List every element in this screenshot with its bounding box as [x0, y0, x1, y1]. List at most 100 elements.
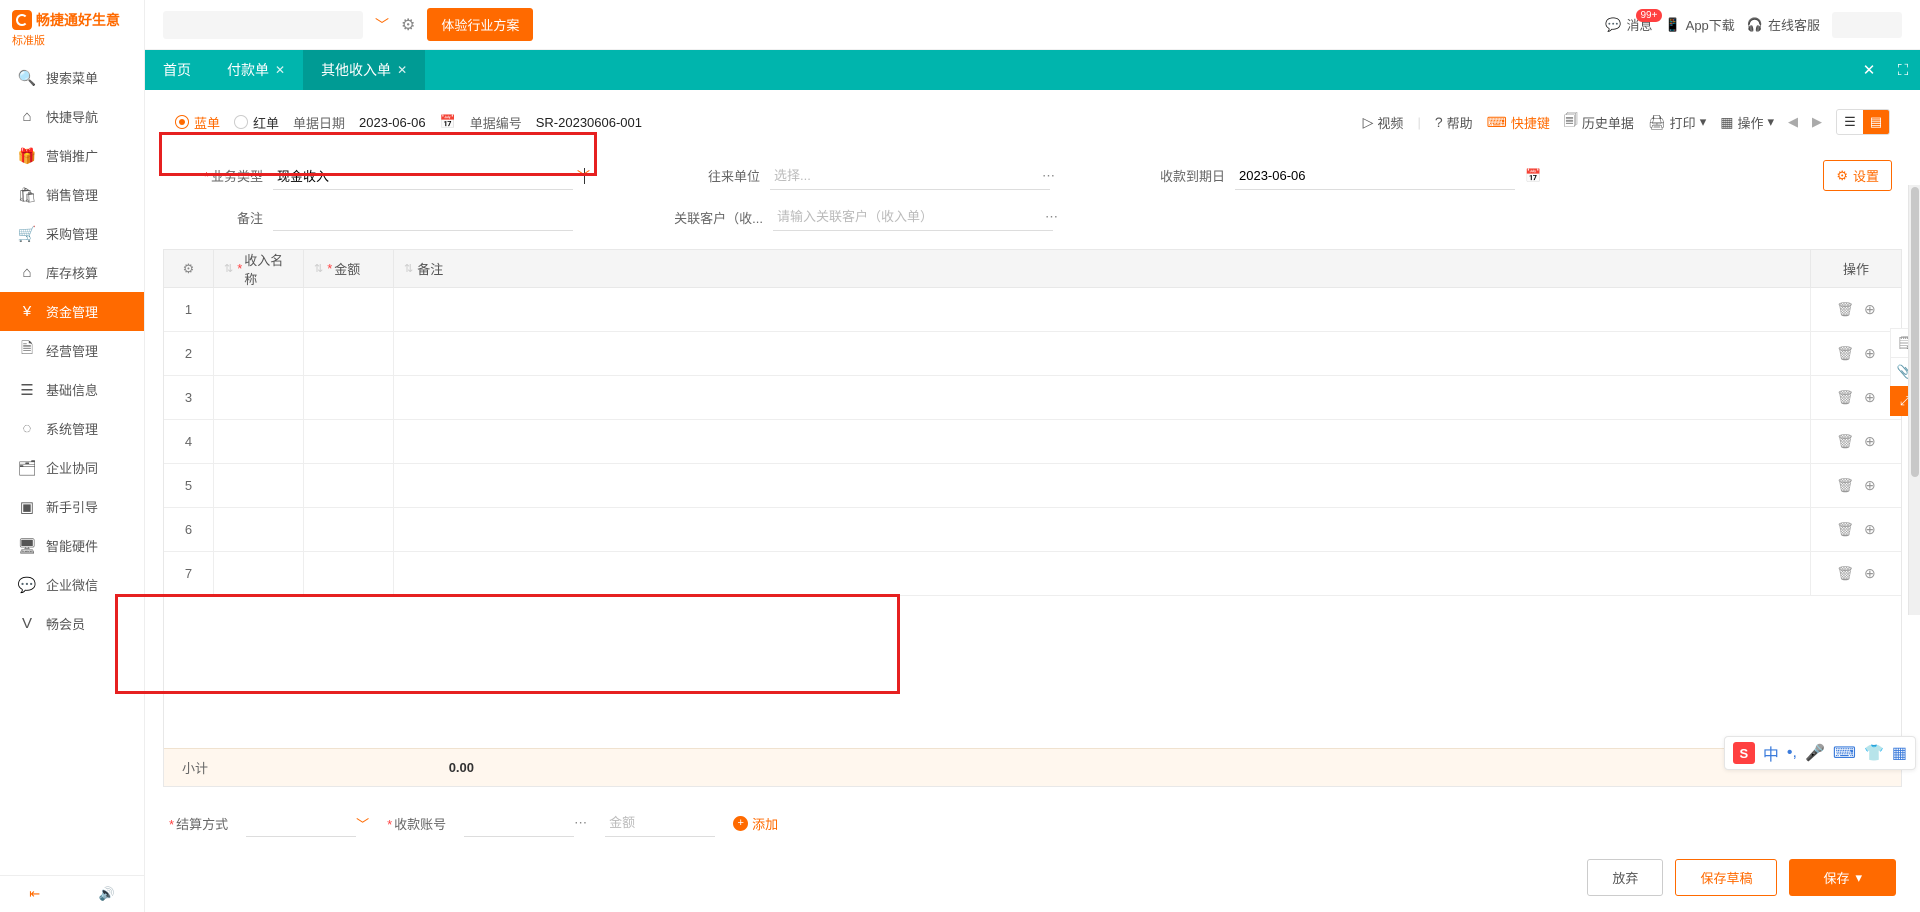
sound-icon[interactable]: 🔊 [99, 886, 115, 902]
due-date-input[interactable] [1235, 162, 1515, 190]
receive-account-input[interactable] [464, 809, 574, 837]
cell-note[interactable] [394, 464, 1811, 507]
close-icon[interactable]: ✕ [275, 63, 285, 77]
delete-row-icon[interactable]: 🗑 [1836, 477, 1854, 494]
delete-row-icon[interactable]: 🗑 [1836, 433, 1854, 450]
radio-red-voucher[interactable]: 红单 [234, 113, 279, 132]
cell-income-name[interactable] [214, 376, 304, 419]
party-input[interactable] [770, 162, 1050, 190]
chevron-down-icon[interactable]: ﹀ [356, 814, 369, 833]
calendar-icon[interactable]: 📅 [440, 114, 456, 130]
delete-row-icon[interactable]: 🗑 [1836, 301, 1854, 318]
cell-note[interactable] [394, 552, 1811, 595]
settlement-method-input[interactable] [246, 809, 356, 837]
ime-toolbox-icon[interactable]: ▦ [1892, 743, 1907, 763]
ime-skin-icon[interactable]: 👕 [1864, 743, 1884, 763]
delete-row-icon[interactable]: 🗑 [1836, 389, 1854, 406]
sidebar-item-system[interactable]: ◌系统管理 [0, 409, 144, 448]
col-income-name[interactable]: *收入名称 [214, 250, 304, 287]
shortcut-button[interactable]: ⌨快捷键 [1487, 113, 1550, 132]
ime-voice-icon[interactable]: 🎤 [1805, 743, 1825, 763]
tab-fullscreen-button[interactable]: ⛶ [1886, 50, 1920, 90]
sidebar-item-inventory[interactable]: ⌂库存核算 [0, 253, 144, 292]
cell-amount[interactable] [304, 420, 394, 463]
business-type-input[interactable] [273, 162, 573, 190]
save-button[interactable]: 保存▾ [1789, 859, 1896, 896]
delete-row-icon[interactable]: 🗑 [1836, 521, 1854, 538]
insert-row-icon[interactable]: ⊕ [1864, 565, 1876, 582]
sidebar-item-enterprise-wechat[interactable]: 💬企业微信 [0, 565, 144, 604]
gear-icon[interactable]: ⚙ [401, 15, 415, 35]
cell-note[interactable] [394, 508, 1811, 551]
remark-input[interactable] [273, 203, 573, 231]
sidebar-item-sales[interactable]: 🛍销售管理 [0, 175, 144, 214]
experience-industry-button[interactable]: 体验行业方案 [427, 8, 533, 41]
insert-row-icon[interactable]: ⊕ [1864, 301, 1876, 318]
col-note[interactable]: 备注 [394, 250, 1811, 287]
radio-blue-voucher[interactable]: 蓝单 [175, 113, 220, 132]
table-row[interactable]: 3🗑⊕ [164, 376, 1901, 420]
cell-amount[interactable] [304, 552, 394, 595]
save-draft-button[interactable]: 保存草稿 [1675, 859, 1777, 896]
cell-income-name[interactable] [214, 332, 304, 375]
related-customer-input[interactable] [773, 203, 1053, 231]
insert-row-icon[interactable]: ⊕ [1864, 389, 1876, 406]
vertical-scrollbar[interactable] [1908, 185, 1920, 615]
doc-date-value[interactable]: 2023-06-06 [359, 115, 426, 130]
insert-row-icon[interactable]: ⊕ [1864, 345, 1876, 362]
cell-amount[interactable] [304, 332, 394, 375]
delete-row-icon[interactable]: 🗑 [1836, 565, 1854, 582]
ime-keyboard-icon[interactable]: ⌨ [1833, 743, 1856, 763]
more-icon[interactable]: ⋯ [1042, 168, 1055, 184]
collapse-sidebar-icon[interactable]: ⇤ [29, 886, 40, 902]
prev-doc-button[interactable]: ◀ [1788, 114, 1798, 130]
insert-row-icon[interactable]: ⊕ [1864, 477, 1876, 494]
sidebar-item-enterprise-collab[interactable]: 🗂企业协同 [0, 448, 144, 487]
app-download-button[interactable]: 📱 App下载 [1664, 15, 1734, 34]
org-selector[interactable] [163, 11, 363, 39]
cell-note[interactable] [394, 288, 1811, 331]
settlement-amount-input[interactable] [605, 809, 715, 837]
cell-amount[interactable] [304, 288, 394, 331]
add-settlement-button[interactable]: +添加 [733, 814, 778, 833]
cell-note[interactable] [394, 376, 1811, 419]
messages-button[interactable]: 💬 消息 99+ [1605, 15, 1652, 34]
user-avatar[interactable] [1832, 12, 1902, 38]
insert-row-icon[interactable]: ⊕ [1864, 521, 1876, 538]
cell-amount[interactable] [304, 508, 394, 551]
video-help-button[interactable]: ▷视频 [1363, 113, 1404, 132]
tab-home[interactable]: 首页 [145, 50, 209, 90]
view-list-button[interactable]: ☰ [1837, 110, 1863, 134]
history-button[interactable]: 🗐历史单据 [1564, 110, 1634, 134]
more-icon[interactable]: ⋯ [574, 815, 587, 831]
chevron-down-icon[interactable]: ﹀ [577, 166, 590, 185]
help-button[interactable]: ?帮助 [1435, 113, 1473, 132]
chevron-down-icon[interactable]: ﹀ [375, 15, 389, 35]
ime-punct-icon[interactable]: •, [1787, 744, 1797, 762]
ime-lang-icon[interactable]: 中 [1763, 741, 1779, 765]
cell-income-name[interactable] [214, 420, 304, 463]
sidebar-item-basic-info[interactable]: ☰基础信息 [0, 370, 144, 409]
more-icon[interactable]: ⋯ [1045, 209, 1058, 225]
print-button[interactable]: 🖨打印▾ [1648, 113, 1706, 132]
operations-button[interactable]: ▦操作▾ [1720, 113, 1774, 132]
insert-row-icon[interactable]: ⊕ [1864, 433, 1876, 450]
cell-note[interactable] [394, 332, 1811, 375]
settings-button[interactable]: ⚙设置 [1823, 160, 1892, 191]
tab-other-income[interactable]: 其他收入单✕ [303, 50, 425, 90]
next-doc-button[interactable]: ▶ [1812, 114, 1822, 130]
sidebar-item-vip-member[interactable]: V畅会员 [0, 604, 144, 643]
table-row[interactable]: 6🗑⊕ [164, 508, 1901, 552]
cell-income-name[interactable] [214, 288, 304, 331]
delete-row-icon[interactable]: 🗑 [1836, 345, 1854, 362]
sidebar-item-funds[interactable]: ¥资金管理 [0, 292, 144, 331]
table-row[interactable]: 2🗑⊕ [164, 332, 1901, 376]
cell-note[interactable] [394, 420, 1811, 463]
cell-income-name[interactable] [214, 464, 304, 507]
sidebar-item-smart-hardware[interactable]: 🖥智能硬件 [0, 526, 144, 565]
ime-toolbar[interactable]: S 中 •, 🎤 ⌨ 👕 ▦ [1724, 736, 1916, 770]
cell-amount[interactable] [304, 376, 394, 419]
sidebar-item-marketing[interactable]: 🎁营销推广 [0, 136, 144, 175]
cell-income-name[interactable] [214, 552, 304, 595]
tab-close-all-button[interactable]: ✕ [1852, 50, 1886, 90]
